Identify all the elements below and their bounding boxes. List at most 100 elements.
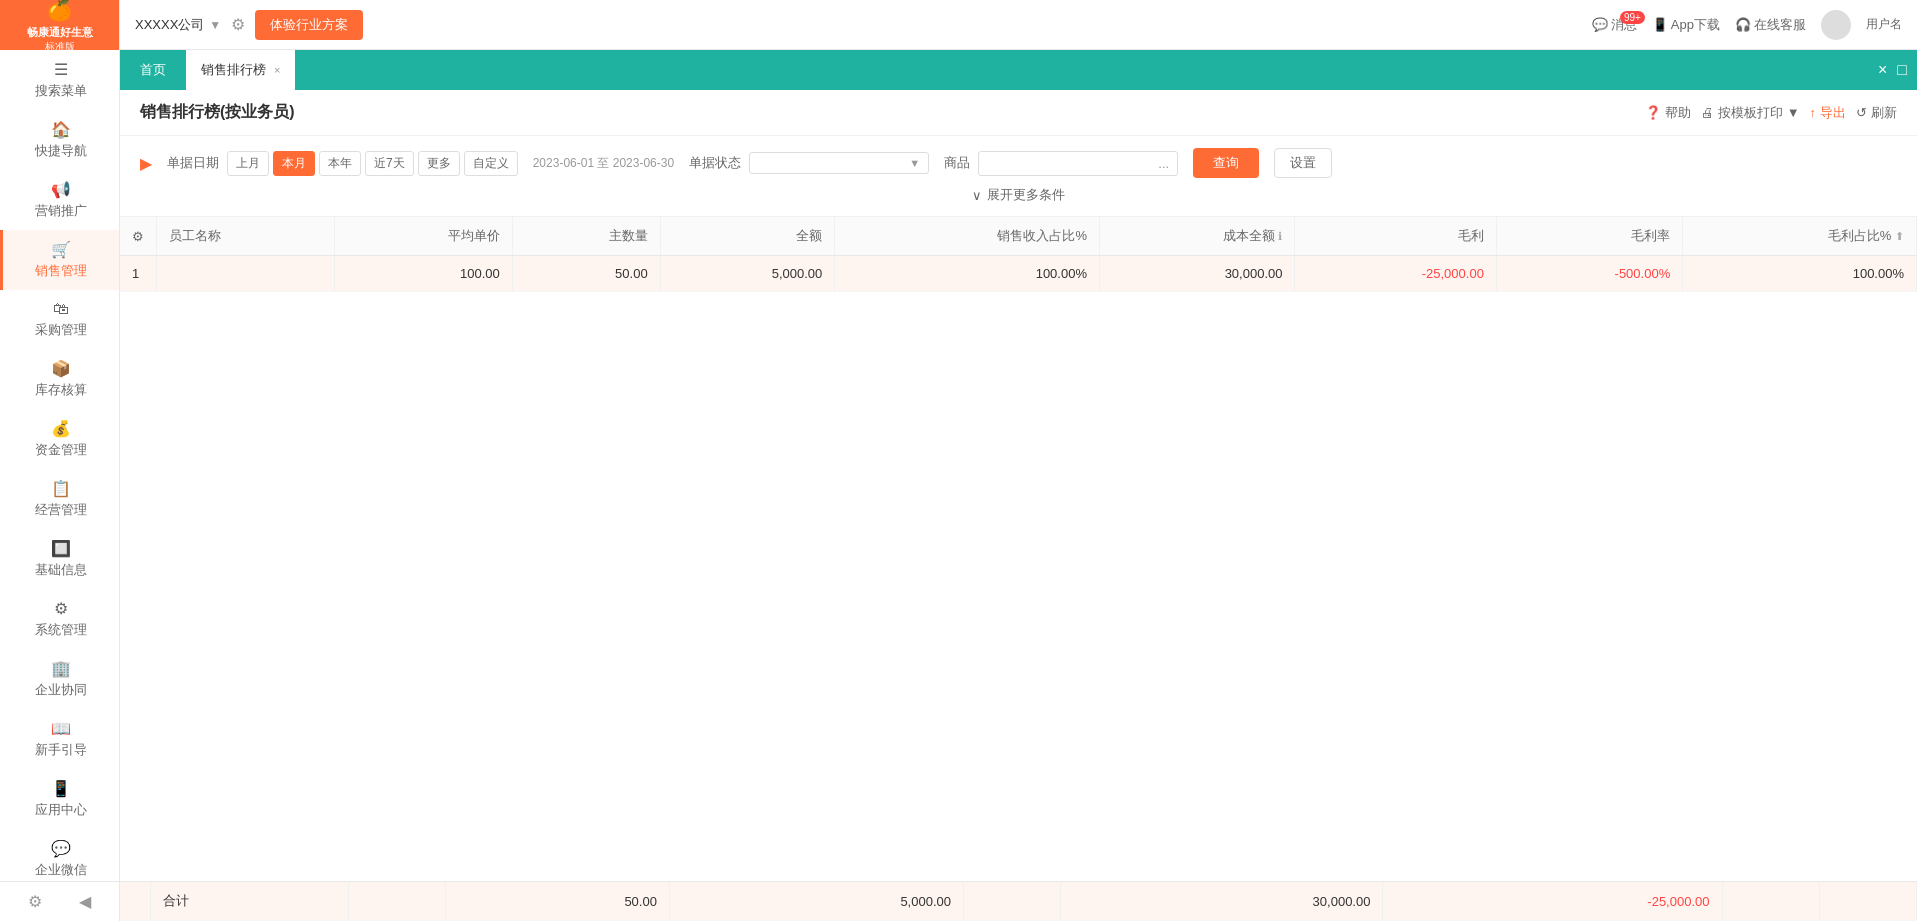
- date-btn-this-month[interactable]: 本月: [273, 151, 315, 176]
- message-icon: 💬: [1592, 17, 1608, 32]
- tab-maximize-btn[interactable]: □: [1897, 61, 1907, 79]
- query-btn[interactable]: 查询: [1193, 148, 1259, 178]
- col-qty: 主数量: [512, 217, 660, 256]
- cost-help-icon[interactable]: ℹ: [1278, 230, 1282, 242]
- trial-btn[interactable]: 体验行业方案: [255, 10, 363, 40]
- sidebar-item-sys-mgmt[interactable]: ⚙系统管理: [0, 589, 119, 649]
- cell-amount: 5,000.00: [660, 256, 835, 292]
- status-select[interactable]: ▼: [749, 152, 929, 174]
- refresh-icon: ↺: [1856, 105, 1867, 120]
- company-selector[interactable]: XXXXX公司 ▼: [135, 16, 221, 34]
- goods-filter-label: 商品: [944, 154, 970, 172]
- date-btn-more[interactable]: 更多: [418, 151, 460, 176]
- sidebar-label-beginner-guide: 新手引导: [35, 741, 87, 759]
- goods-more-icon[interactable]: ...: [1158, 156, 1169, 171]
- sidebar-item-quick-nav[interactable]: 🏠 快捷导航: [0, 110, 119, 170]
- sidebar-item-app-center[interactable]: 📱应用中心: [0, 769, 119, 829]
- footer-avg-price: [348, 882, 445, 921]
- tabbar-right: × □: [1878, 61, 1917, 79]
- sidebar-item-capital-mgmt[interactable]: 💰资金管理: [0, 409, 119, 469]
- online-service-btn[interactable]: 🎧 在线客服: [1735, 16, 1806, 34]
- sidebar-footer: ⚙ ◀: [0, 881, 119, 921]
- footer-profit-rate: [1722, 882, 1819, 921]
- sidebar-collapse-icon[interactable]: ◀: [79, 892, 91, 911]
- logo-line1: 畅康通好生意: [27, 25, 93, 39]
- table-footer: 合计 50.00 5,000.00 30,000.00 -25,000.00: [120, 881, 1917, 921]
- sidebar-item-ops-mgmt[interactable]: 📋经营管理: [0, 469, 119, 529]
- sidebar-label-sales-mgmt: 销售管理: [35, 262, 87, 280]
- sidebar-item-marketing[interactable]: 📢 营销推广: [0, 170, 119, 230]
- profit-pct-help-icon[interactable]: ⬆: [1895, 230, 1904, 242]
- date-btn-this-year[interactable]: 本年: [319, 151, 361, 176]
- goods-filter: 商品 ...: [944, 151, 1178, 176]
- sidebar-item-basic-info[interactable]: 🔲基础信息: [0, 529, 119, 589]
- expand-more-row[interactable]: ∨ 展开更多条件: [140, 178, 1897, 204]
- message-btn[interactable]: 💬 消息 99+: [1592, 16, 1637, 34]
- tab-close-icon[interactable]: ×: [274, 64, 280, 76]
- date-filter: 单据日期 上月 本月 本年 近7天 更多 自定义: [167, 151, 518, 176]
- footer-row: 合计 50.00 5,000.00 30,000.00 -25,000.00: [120, 882, 1917, 921]
- sidebar-item-enterprise-collab[interactable]: 🏢企业协同: [0, 649, 119, 709]
- tab-sales-rank[interactable]: 销售排行榜 ×: [186, 50, 295, 90]
- export-btn[interactable]: ↑ 导出: [1810, 104, 1847, 122]
- filter-expand-icon[interactable]: ▶: [140, 154, 152, 173]
- date-buttons: 上月 本月 本年 近7天 更多 自定义: [227, 151, 518, 176]
- topbar: XXXXX公司 ▼ ⚙ 体验行业方案 💬 消息 99+ 📱 App下载 🎧 在线…: [120, 0, 1917, 50]
- template-print-btn[interactable]: 🖨 按模板打印 ▼: [1701, 104, 1800, 122]
- date-btn-last-month[interactable]: 上月: [227, 151, 269, 176]
- date-btn-7days[interactable]: 近7天: [365, 151, 414, 176]
- print-chevron-icon: ▼: [1787, 105, 1800, 120]
- sidebar-icon-quick-nav: 🏠: [51, 120, 71, 139]
- date-btn-custom[interactable]: 自定义: [464, 151, 518, 176]
- print-icon: 🖨: [1701, 105, 1714, 120]
- sidebar-item-sales-mgmt[interactable]: 🛒销售管理: [0, 230, 119, 290]
- col-settings-icon[interactable]: ⚙: [120, 217, 157, 256]
- status-filter: 单据状态 ▼: [689, 152, 929, 174]
- sidebar-label-ops-mgmt: 经营管理: [35, 501, 87, 519]
- goods-input[interactable]: ...: [978, 151, 1178, 176]
- sidebar-icon-marketing: 📢: [51, 180, 71, 199]
- sidebar-item-inventory[interactable]: 📦库存核算: [0, 349, 119, 409]
- tab-home[interactable]: 首页: [120, 50, 186, 90]
- tab-close-btn[interactable]: ×: [1878, 61, 1887, 79]
- refresh-label: 刷新: [1871, 104, 1897, 122]
- col-profit-pct: 毛利占比% ⬆: [1683, 217, 1917, 256]
- sidebar-item-purchase-mgmt[interactable]: 🛍采购管理: [0, 290, 119, 349]
- app-download-btn[interactable]: 📱 App下载: [1652, 16, 1720, 34]
- footer-sales-pct: [964, 882, 1061, 921]
- refresh-btn[interactable]: ↺ 刷新: [1856, 104, 1897, 122]
- sidebar-label-quick-nav: 快捷导航: [35, 142, 87, 160]
- username-label: 用户名: [1866, 16, 1902, 33]
- sidebar-label-purchase-mgmt: 采购管理: [35, 321, 87, 339]
- cell-rank: 1: [120, 256, 157, 292]
- footer-empty-rank: [120, 882, 150, 921]
- sidebar-nav: ☰搜索菜单 🏠 快捷导航 📢 营销推广 🛒销售管理🛍采购管理📦库存核算💰资金管理📋经营管理…: [0, 50, 119, 881]
- expand-chevron-icon: ∨: [972, 188, 982, 203]
- company-name: XXXXX公司: [135, 16, 204, 34]
- sidebar-settings-icon[interactable]: ⚙: [28, 892, 42, 911]
- sidebar-icon-enterprise-collab: 🏢: [51, 659, 71, 678]
- sidebar-item-enterprise-wechat[interactable]: 💬企业微信: [0, 829, 119, 881]
- sidebar-item-search-order[interactable]: ☰搜索菜单: [0, 50, 119, 110]
- help-btn[interactable]: ❓ 帮助: [1645, 104, 1691, 122]
- user-avatar[interactable]: [1821, 10, 1851, 40]
- app-download-label: App下载: [1671, 16, 1720, 34]
- col-profit-rate: 毛利率: [1496, 217, 1682, 256]
- topbar-settings-icon[interactable]: ⚙: [231, 15, 245, 34]
- sidebar-item-beginner-guide[interactable]: 📖新手引导: [0, 709, 119, 769]
- cell-sales-pct: 100.00%: [835, 256, 1100, 292]
- help-icon: ❓: [1645, 105, 1661, 120]
- footer-tbody: 合计 50.00 5,000.00 30,000.00 -25,000.00: [120, 882, 1917, 921]
- export-icon: ↑: [1810, 105, 1817, 120]
- sidebar-label-capital-mgmt: 资金管理: [35, 441, 87, 459]
- topbar-right: 💬 消息 99+ 📱 App下载 🎧 在线客服 用户名: [1592, 10, 1902, 40]
- sidebar-icon-basic-info: 🔲: [51, 539, 71, 558]
- export-label: 导出: [1820, 104, 1846, 122]
- filter-settings-btn[interactable]: 设置: [1274, 148, 1332, 178]
- col-profit: 毛利: [1295, 217, 1496, 256]
- sidebar-label-marketing: 营销推广: [35, 202, 87, 220]
- col-sales-pct: 销售收入占比%: [835, 217, 1100, 256]
- table-body: 1 100.00 50.00 5,000.00 100.00% 30,000.0…: [120, 256, 1917, 292]
- status-select-arrow-icon: ▼: [909, 157, 920, 169]
- template-print-label: 按模板打印: [1718, 104, 1783, 122]
